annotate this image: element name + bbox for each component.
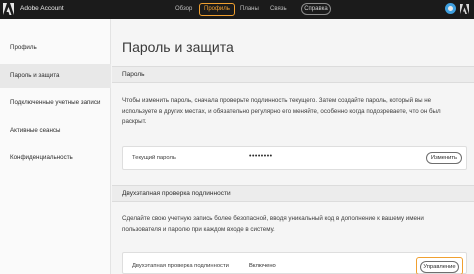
current-password-label: Текущий пароль bbox=[132, 155, 176, 161]
twofa-description: Сделайте свою учетную запись более безоп… bbox=[122, 215, 424, 233]
sidebar: Профиль Пароль и защита Подключенные уче… bbox=[0, 19, 111, 274]
avatar-person-icon bbox=[448, 6, 453, 11]
sidebar-item-privacy[interactable]: Конфиденциальность bbox=[0, 146, 111, 170]
twofa-label: Двухэтапная проверка подлинности bbox=[132, 263, 229, 269]
adobe-apps-icon[interactable] bbox=[460, 4, 469, 14]
nav-plans[interactable]: Планы bbox=[240, 3, 259, 16]
page-title: Пароль и защита bbox=[122, 39, 234, 55]
password-description: Чтобы изменить пароль, сначала проверьте… bbox=[122, 97, 441, 125]
twofa-section-heading: Двухэтапная проверка подлинности bbox=[112, 185, 474, 202]
change-password-button[interactable]: Изменить bbox=[426, 152, 462, 164]
help-button[interactable]: Справка bbox=[301, 3, 331, 15]
sidebar-item-connected-accounts[interactable]: Подключенные учетные записи bbox=[0, 91, 111, 115]
twofa-row: Двухэтапная проверка подлинности Включен… bbox=[122, 252, 467, 274]
sidebar-item-profile[interactable]: Профиль bbox=[0, 36, 111, 60]
top-nav: Обзор Профиль Планы Связь bbox=[0, 3, 474, 16]
nav-contact[interactable]: Связь bbox=[270, 3, 287, 16]
password-section-heading: Пароль bbox=[112, 66, 474, 83]
nav-overview[interactable]: Обзор bbox=[175, 3, 192, 16]
nav-profile[interactable]: Профиль bbox=[199, 3, 235, 16]
manage-twofa-button[interactable]: Управление bbox=[420, 261, 459, 273]
current-password-row: Текущий пароль •••••••• Изменить bbox=[122, 146, 467, 170]
current-password-value: •••••••• bbox=[249, 153, 273, 160]
top-bar: Adobe Account Обзор Профиль Планы Связь … bbox=[0, 0, 474, 19]
main-content: Пароль и защита Пароль Чтобы изменить па… bbox=[112, 19, 474, 274]
sidebar-item-active-sessions[interactable]: Активные сеансы bbox=[0, 119, 111, 143]
sidebar-item-password-security[interactable]: Пароль и защита bbox=[0, 64, 111, 88]
twofa-status: Включено bbox=[249, 263, 276, 269]
